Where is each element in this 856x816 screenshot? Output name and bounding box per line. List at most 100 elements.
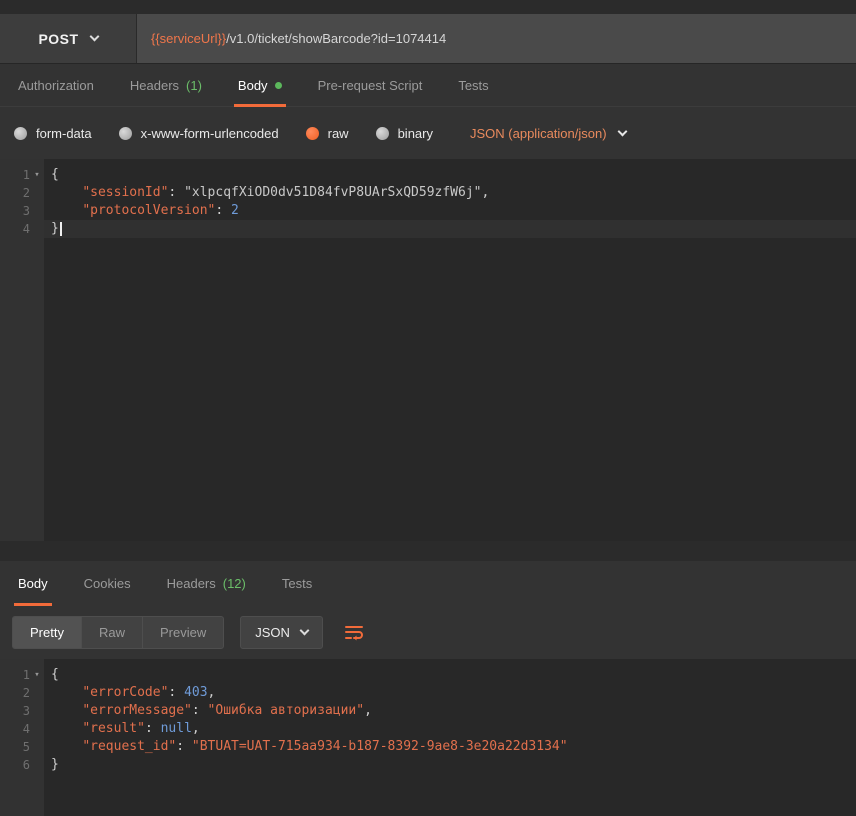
- line-number: 6: [22, 758, 30, 772]
- mode-form-data[interactable]: form-data: [14, 126, 92, 141]
- editor-code-area[interactable]: { "sessionId": "xlpcqfXiOD0dv51D84fvP8UA…: [44, 159, 856, 541]
- code-line: {: [44, 666, 856, 684]
- body-mode-row: form-data x-www-form-urlencoded raw bina…: [0, 107, 856, 159]
- method-label: POST: [38, 30, 79, 47]
- tab-pre-request-script[interactable]: Pre-request Script: [300, 64, 441, 106]
- fold-arrow-icon[interactable]: ▾: [30, 166, 44, 184]
- url-input[interactable]: {{serviceUrl}}/v1.0/ticket/showBarcode?i…: [137, 14, 856, 63]
- window-top-strip: [0, 0, 856, 14]
- line-number: 2: [22, 686, 30, 700]
- code-line: "errorCode": 403,: [44, 684, 856, 702]
- mode-binary[interactable]: binary: [375, 126, 433, 141]
- code-line: }: [44, 756, 856, 774]
- code-token: :: [176, 739, 192, 754]
- chevron-down-icon: [617, 126, 628, 136]
- response-body-viewer: 1 ▾ 2 3 4 5 6 { "errorCode": 403, "errorMessag…: [0, 659, 856, 816]
- content-type-label: JSON (application/json): [470, 125, 607, 141]
- editor-gutter: 1 ▾ 2 3 4: [0, 159, 44, 541]
- mode-x-www-form-urlencoded[interactable]: x-www-form-urlencoded: [118, 125, 279, 141]
- code-line: "errorMessage": "Ошибка авторизации",: [44, 702, 856, 720]
- radio-icon: [118, 126, 132, 140]
- code-line: "result": null,: [44, 720, 856, 738]
- tab-cookies[interactable]: Cookies: [66, 561, 149, 605]
- response-toolbar: Pretty Raw Preview JSON: [0, 605, 856, 659]
- code-line: "request_id": "BTUAT=UAT-715aa934-b187-8…: [44, 738, 856, 756]
- wrap-lines-icon: [344, 626, 363, 641]
- fold-arrow-icon[interactable]: ▾: [30, 666, 44, 684]
- code-token: null: [160, 721, 192, 736]
- line-number: 3: [22, 704, 30, 718]
- code-line: {: [44, 166, 856, 184]
- response-tabs: Body Cookies Headers (12) Tests: [0, 561, 856, 606]
- code-token: 403: [184, 685, 208, 700]
- code-token: {: [51, 667, 59, 682]
- line-number: 4: [22, 222, 30, 236]
- code-line: "protocolVersion": 2: [44, 202, 856, 220]
- raw-button[interactable]: Raw: [80, 616, 142, 648]
- tab-label: Headers: [129, 77, 180, 93]
- request-body-editor: 1 ▾ 2 3 4 { "sessionId": "xlpcqfXiOD0dv51D84…: [0, 159, 856, 541]
- section-divider: [0, 541, 856, 561]
- code-line: }: [44, 220, 856, 238]
- code-token: "errorCode": [82, 685, 169, 700]
- line-number: 3: [22, 204, 30, 218]
- view-mode-group: Pretty Raw Preview: [12, 615, 225, 649]
- headers-count-badge: (12): [222, 575, 246, 591]
- line-number: 4: [22, 722, 30, 736]
- tab-authorization[interactable]: Authorization: [0, 64, 112, 106]
- body-green-dot: [274, 81, 282, 89]
- tab-label: Body: [237, 77, 268, 93]
- tab-tests[interactable]: Tests: [440, 64, 506, 106]
- mode-label: form-data: [36, 125, 92, 141]
- line-number: 5: [22, 740, 30, 754]
- tab-response-headers[interactable]: Headers (12): [149, 561, 264, 605]
- code-token: ,: [481, 185, 490, 200]
- tab-body[interactable]: Body: [220, 64, 300, 107]
- pretty-button[interactable]: Pretty: [13, 616, 81, 648]
- url-path: /v1.0/ticket/showBarcode?id=1074414: [226, 31, 447, 46]
- preview-button[interactable]: Preview: [141, 616, 223, 648]
- code-token: :: [144, 721, 161, 736]
- code-token: 2: [231, 203, 239, 218]
- content-type-select[interactable]: JSON (application/json): [470, 125, 628, 141]
- code-token: "xlpcqfXiOD0dv51D84fvP8UArSxQD59zfW6j": [184, 185, 482, 200]
- code-token: "errorMessage": [82, 703, 192, 718]
- code-token: :: [168, 185, 185, 200]
- headers-count-badge: (1): [186, 77, 202, 93]
- tab-response-tests[interactable]: Tests: [264, 561, 330, 605]
- mode-label: x-www-form-urlencoded: [140, 125, 279, 141]
- code-token: ,: [191, 721, 200, 736]
- tab-label: Headers: [166, 575, 216, 591]
- code-token: }: [51, 757, 59, 772]
- code-token: }: [51, 221, 59, 236]
- wrap-lines-button[interactable]: [339, 617, 369, 647]
- viewer-code-area: { "errorCode": 403, "errorMessage": "Оши…: [44, 659, 856, 816]
- postman-window: POST {{serviceUrl}}/v1.0/ticket/showBarc…: [0, 0, 856, 816]
- request-bar: POST {{serviceUrl}}/v1.0/ticket/showBarc…: [0, 14, 856, 64]
- response-format-select[interactable]: JSON: [240, 615, 323, 649]
- radio-selected-icon: [305, 126, 319, 140]
- code-token: {: [51, 167, 59, 182]
- mode-raw[interactable]: raw: [305, 125, 349, 141]
- line-number: 1 ▾: [0, 166, 44, 184]
- code-token: "result": [82, 721, 145, 736]
- code-token: :: [191, 703, 208, 718]
- tab-label: Authorization: [18, 77, 94, 93]
- line-number: 2: [22, 186, 30, 200]
- text-cursor: [59, 221, 62, 236]
- tab-response-body[interactable]: Body: [0, 561, 66, 606]
- url-variable: {{serviceUrl}}: [151, 31, 227, 46]
- code-token: "protocolVersion": [82, 203, 216, 218]
- tab-headers[interactable]: Headers (1): [112, 64, 220, 106]
- code-token: "sessionId": [82, 185, 169, 200]
- code-token: "request_id": [82, 739, 177, 754]
- method-select[interactable]: POST: [0, 14, 137, 63]
- tab-label: Body: [18, 575, 48, 591]
- mode-label: raw: [327, 125, 349, 141]
- radio-icon: [14, 126, 27, 140]
